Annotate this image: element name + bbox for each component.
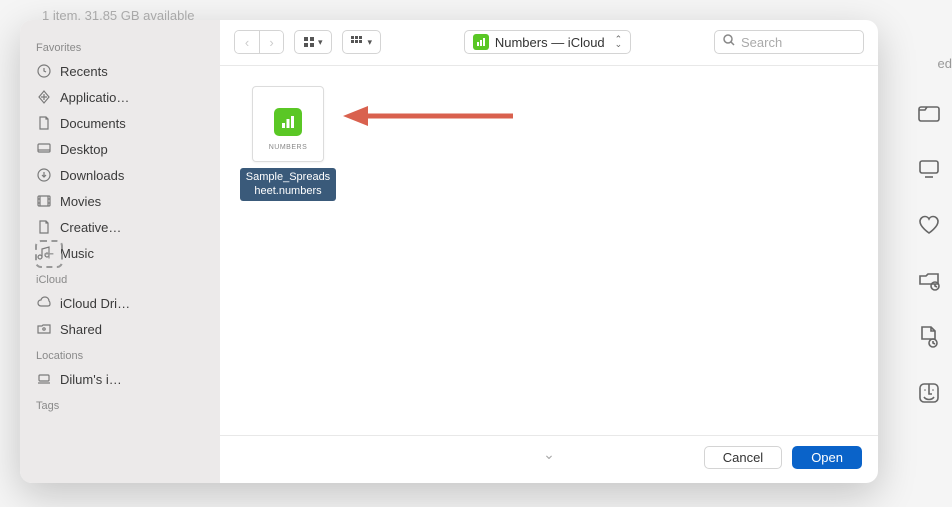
sidebar-item-icloud-drive[interactable]: iCloud Dri…	[20, 290, 220, 316]
sidebar-item-label: Creative…	[60, 220, 121, 235]
folder-recent-icon[interactable]	[916, 268, 942, 294]
app-grid-icon	[36, 89, 52, 105]
back-button[interactable]: ‹	[235, 31, 259, 53]
section-header-tags: Tags	[20, 392, 220, 416]
file-item[interactable]: NUMBERS Sample_Spreadsheet.numbers	[240, 86, 336, 201]
chevron-down-icon: ▾	[318, 37, 323, 48]
desktop-icon	[36, 141, 52, 157]
sidebar-item-downloads[interactable]: Downloads	[20, 162, 220, 188]
open-button[interactable]: Open	[792, 446, 862, 469]
sidebar-item-label: Documents	[60, 116, 126, 131]
dialog-footer: ⌄ Cancel Open	[220, 435, 878, 483]
display-icon[interactable]	[916, 156, 942, 182]
sidebar-item-label: Applicatio…	[60, 90, 129, 105]
search-icon	[723, 33, 735, 51]
search-box[interactable]	[714, 30, 864, 54]
folder-icon[interactable]	[916, 100, 942, 126]
document-icon	[36, 115, 52, 131]
shared-folder-icon	[36, 321, 52, 337]
sidebar-item-label: Music	[60, 246, 94, 261]
section-header-icloud: iCloud	[20, 266, 220, 290]
sidebar-item-label: Shared	[60, 322, 102, 337]
location-picker[interactable]: Numbers — iCloud ⌃⌄	[464, 30, 631, 54]
truncated-text: ed	[938, 56, 952, 71]
sidebar-item-documents[interactable]: Documents	[20, 110, 220, 136]
cloud-icon	[36, 295, 52, 311]
cancel-button[interactable]: Cancel	[704, 446, 782, 469]
updown-icon: ⌃⌄	[615, 37, 623, 47]
movie-icon	[36, 193, 52, 209]
view-mode-button[interactable]: ▾	[294, 30, 332, 54]
numbers-app-icon	[473, 34, 489, 50]
sidebar-item-computer[interactable]: Dilum's i…	[20, 366, 220, 392]
open-dialog: Favorites Recents Applicatio… Documents …	[20, 20, 878, 483]
sidebar-item-shared[interactable]: Shared	[20, 316, 220, 342]
laptop-icon	[36, 371, 52, 387]
file-type-label: NUMBERS	[269, 144, 308, 151]
sidebar-item-desktop[interactable]: Desktop	[20, 136, 220, 162]
section-header-locations: Locations	[20, 342, 220, 366]
clock-icon	[36, 63, 52, 79]
toolbar: ‹ › ▾ ▾ Numbers — iCloud ⌃⌄	[220, 20, 878, 65]
group-mode-button[interactable]: ▾	[342, 30, 382, 54]
annotation-arrow-icon	[338, 101, 518, 131]
section-header-favorites: Favorites	[20, 34, 220, 58]
right-toolbar	[916, 100, 942, 406]
location-label: Numbers — iCloud	[495, 35, 605, 50]
sidebar-item-movies[interactable]: Movies	[20, 188, 220, 214]
sidebar-item-label: iCloud Dri…	[60, 296, 130, 311]
file-name: Sample_Spreadsheet.numbers	[240, 168, 336, 201]
sidebar-item-label: Movies	[60, 194, 101, 209]
finder-face-icon[interactable]	[916, 380, 942, 406]
download-icon	[36, 167, 52, 183]
document-icon	[36, 219, 52, 235]
numbers-app-icon	[274, 108, 302, 136]
file-recent-icon[interactable]	[916, 324, 942, 350]
add-placeholder-icon[interactable]: +	[35, 240, 63, 268]
expand-handle-icon[interactable]: ⌄	[543, 446, 555, 463]
sidebar-item-label: Desktop	[60, 142, 108, 157]
sidebar-item-applications[interactable]: Applicatio…	[20, 84, 220, 110]
sidebar-item-recents[interactable]: Recents	[20, 58, 220, 84]
forward-button[interactable]: ›	[259, 31, 283, 53]
chevron-down-icon: ▾	[368, 37, 373, 48]
sidebar-item-creative[interactable]: Creative…	[20, 214, 220, 240]
search-input[interactable]	[741, 35, 855, 50]
heart-icon[interactable]	[916, 212, 942, 238]
file-browser[interactable]: NUMBERS Sample_Spreadsheet.numbers	[220, 65, 878, 435]
main-area: ‹ › ▾ ▾ Numbers — iCloud ⌃⌄	[220, 20, 878, 483]
sidebar-item-label: Recents	[60, 64, 108, 79]
sidebar-item-label: Downloads	[60, 168, 124, 183]
sidebar-item-label: Dilum's i…	[60, 372, 122, 387]
nav-buttons: ‹ ›	[234, 30, 284, 54]
file-thumbnail: NUMBERS	[252, 86, 324, 162]
